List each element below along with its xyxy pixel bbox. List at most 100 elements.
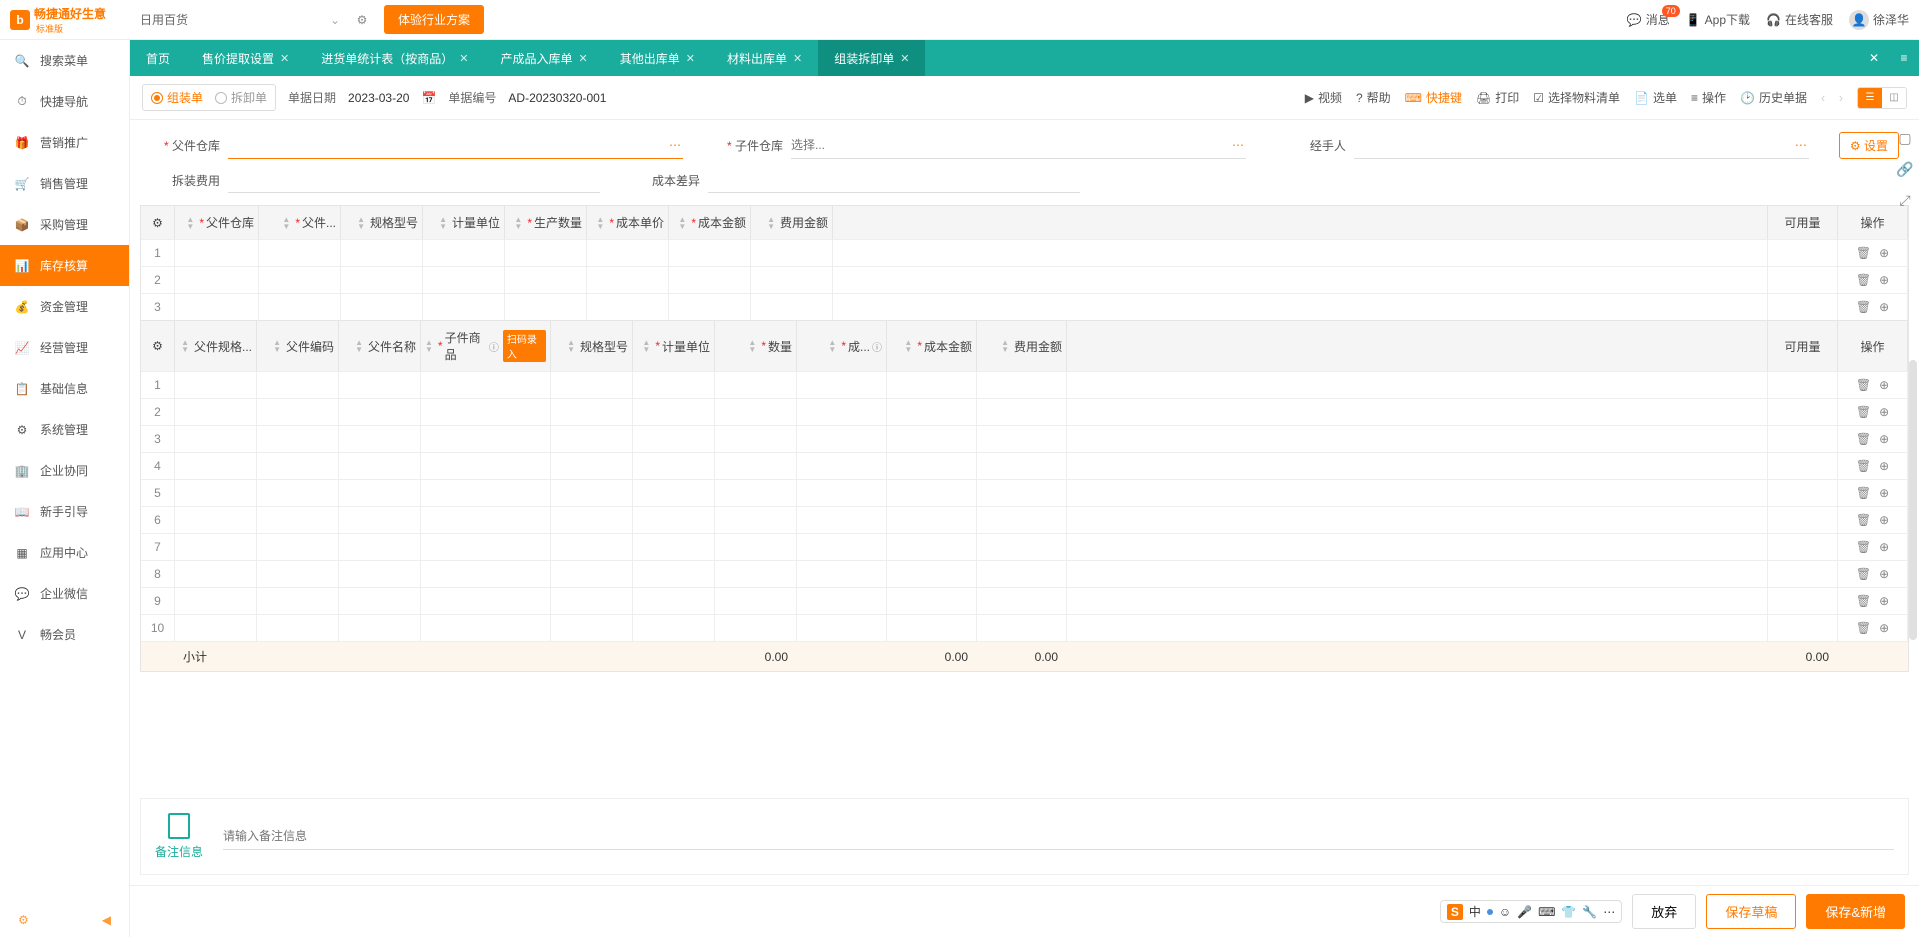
discard-button[interactable]: 放弃 (1632, 894, 1696, 929)
t2-del-7-icon[interactable]: 🗑 (1856, 540, 1871, 554)
t2-header-9[interactable]: ▲▼费用金额 (977, 321, 1067, 371)
select-link[interactable]: 📄 选单 (1634, 89, 1677, 106)
user-menu[interactable]: 👤 徐泽华 (1849, 10, 1909, 30)
t1-header-3[interactable]: ▲▼计量单位 (423, 206, 505, 239)
tab-6[interactable]: 组装拆卸单✕ (818, 40, 925, 76)
t2-add-8-icon[interactable]: ⊕ (1879, 567, 1889, 581)
try-industry-button[interactable]: 体验行业方案 (384, 5, 484, 34)
radio-assemble[interactable]: 组装单 (151, 89, 203, 106)
sidebar-item-12[interactable]: ▦应用中心 (0, 532, 129, 573)
t1-header-2[interactable]: ▲▼规格型号 (341, 206, 423, 239)
t2-row-1[interactable]: 1🗑⊕ (141, 371, 1908, 398)
t2-add-1-icon[interactable]: ⊕ (1879, 378, 1889, 392)
cost-diff-input[interactable] (708, 173, 1080, 187)
t1-row-1[interactable]: 1🗑⊕ (141, 239, 1908, 266)
t2-del-2-icon[interactable]: 🗑 (1856, 405, 1871, 419)
date-value[interactable]: 2023-03-20 (348, 91, 409, 105)
save-draft-button[interactable]: 保存草稿 (1706, 894, 1796, 929)
sidebar-item-9[interactable]: ⚙系统管理 (0, 409, 129, 450)
remarks-input[interactable] (223, 823, 1894, 850)
t2-row-10[interactable]: 10🗑⊕ (141, 614, 1908, 641)
parent-wh-picker-icon[interactable]: ⋯ (669, 138, 683, 152)
t2-header-6[interactable]: ▲▼*数量 (715, 321, 797, 371)
calendar-icon[interactable]: 📅 (421, 91, 436, 105)
tab-close-all[interactable]: ✕ (1859, 40, 1889, 76)
t2-add-4-icon[interactable]: ⊕ (1879, 459, 1889, 473)
t1-add-1-icon[interactable]: ⊕ (1879, 246, 1889, 260)
service-link[interactable]: 🎧 在线客服 (1766, 11, 1833, 28)
t1-del-2-icon[interactable]: 🗑 (1856, 273, 1871, 287)
sidebar-collapse-icon[interactable]: ◀ (102, 913, 111, 927)
t2-row-9[interactable]: 9🗑⊕ (141, 587, 1908, 614)
tab-4[interactable]: 其他出库单✕ (604, 40, 711, 76)
t2-add-2-icon[interactable]: ⊕ (1879, 405, 1889, 419)
t1-del-3-icon[interactable]: 🗑 (1856, 300, 1871, 314)
history-link[interactable]: 🕑 历史单据 (1740, 89, 1807, 106)
t2-row-4[interactable]: 4🗑⊕ (141, 452, 1908, 479)
t1-row-2[interactable]: 2🗑⊕ (141, 266, 1908, 293)
handler-picker-icon[interactable]: ⋯ (1795, 138, 1809, 152)
t1-header-6[interactable]: ▲▼*成本金额 (669, 206, 751, 239)
material-list-link[interactable]: ☑ 选择物料清单 (1533, 89, 1620, 106)
t2-row-2[interactable]: 2🗑⊕ (141, 398, 1908, 425)
settings-button[interactable]: ⚙ 设置 (1839, 132, 1899, 159)
t2-row-8[interactable]: 8🗑⊕ (141, 560, 1908, 587)
shortcut-link[interactable]: ⌨ 快捷键 (1405, 89, 1462, 106)
t2-row-3[interactable]: 3🗑⊕ (141, 425, 1908, 452)
child-wh-picker-icon[interactable]: ⋯ (1232, 138, 1246, 152)
sidebar-settings-icon[interactable]: ⚙ (18, 913, 29, 927)
app-download-link[interactable]: 📱 App下载 (1686, 11, 1750, 28)
tab-close-5[interactable]: ✕ (793, 52, 802, 65)
t2-del-3-icon[interactable]: 🗑 (1856, 432, 1871, 446)
t2-header-3[interactable]: ▲▼*子件商品ⓘ扫码录入 (421, 321, 551, 371)
tab-close-1[interactable]: ✕ (280, 52, 289, 65)
t2-del-8-icon[interactable]: 🗑 (1856, 567, 1871, 581)
view-split[interactable]: ◫ (1882, 88, 1906, 108)
t2-add-6-icon[interactable]: ⊕ (1879, 513, 1889, 527)
t2-header-8[interactable]: ▲▼*成本金额 (887, 321, 977, 371)
tab-close-2[interactable]: ✕ (459, 52, 468, 65)
t2-add-10-icon[interactable]: ⊕ (1879, 621, 1889, 635)
t2-del-10-icon[interactable]: 🗑 (1856, 621, 1871, 635)
rail-box-icon[interactable]: ▢ (1898, 130, 1911, 147)
t2-row-5[interactable]: 5🗑⊕ (141, 479, 1908, 506)
t2-add-9-icon[interactable]: ⊕ (1879, 594, 1889, 608)
t2-del-5-icon[interactable]: 🗑 (1856, 486, 1871, 500)
tab-close-3[interactable]: ✕ (579, 52, 588, 65)
print-link[interactable]: 🖨 打印 (1476, 89, 1519, 106)
help-link[interactable]: ? 帮助 (1356, 89, 1391, 106)
sidebar-item-5[interactable]: 📊库存核算 (0, 245, 129, 286)
sidebar-item-8[interactable]: 📋基础信息 (0, 368, 129, 409)
t1-header-7[interactable]: ▲▼费用金额 (751, 206, 833, 239)
t2-row-6[interactable]: 6🗑⊕ (141, 506, 1908, 533)
sidebar-item-14[interactable]: V畅会员 (0, 614, 129, 655)
tab-2[interactable]: 进货单统计表（按商品）✕ (305, 40, 484, 76)
child-wh-input[interactable] (791, 138, 1232, 152)
tab-menu[interactable]: ≡ (1889, 40, 1919, 76)
tab-close-4[interactable]: ✕ (686, 52, 695, 65)
sidebar-item-2[interactable]: 🎁营销推广 (0, 122, 129, 163)
t2-row-7[interactable]: 7🗑⊕ (141, 533, 1908, 560)
t2-header-2[interactable]: ▲▼父件名称 (339, 321, 421, 371)
t1-header-1[interactable]: ▲▼*父件... (259, 206, 341, 239)
save-new-button[interactable]: 保存&新增 (1806, 894, 1905, 929)
view-list[interactable]: ☰ (1858, 88, 1882, 108)
t1-row-3[interactable]: 3🗑⊕ (141, 293, 1908, 320)
sidebar-item-4[interactable]: 📦采购管理 (0, 204, 129, 245)
sidebar-item-10[interactable]: 🏢企业协同 (0, 450, 129, 491)
t2-header-4[interactable]: ▲▼规格型号 (551, 321, 633, 371)
t2-del-1-icon[interactable]: 🗑 (1856, 378, 1871, 392)
t1-header-0[interactable]: ▲▼*父件仓库 (175, 206, 259, 239)
sidebar-item-7[interactable]: 📈经营管理 (0, 327, 129, 368)
t2-header-7[interactable]: ▲▼*成...ⓘ (797, 321, 887, 371)
sidebar-item-1[interactable]: ⏱快捷导航 (0, 81, 129, 122)
t1-header-4[interactable]: ▲▼*生产数量 (505, 206, 587, 239)
tab-1[interactable]: 售价提取设置✕ (186, 40, 305, 76)
category-select[interactable]: 日用百货 ⌄ (140, 11, 340, 28)
scrollbar[interactable] (1909, 360, 1917, 640)
t1-add-3-icon[interactable]: ⊕ (1879, 300, 1889, 314)
tab-close-6[interactable]: ✕ (900, 52, 909, 65)
t2-add-3-icon[interactable]: ⊕ (1879, 432, 1889, 446)
t1-add-2-icon[interactable]: ⊕ (1879, 273, 1889, 287)
gear-button[interactable]: ⚙ (348, 6, 376, 34)
